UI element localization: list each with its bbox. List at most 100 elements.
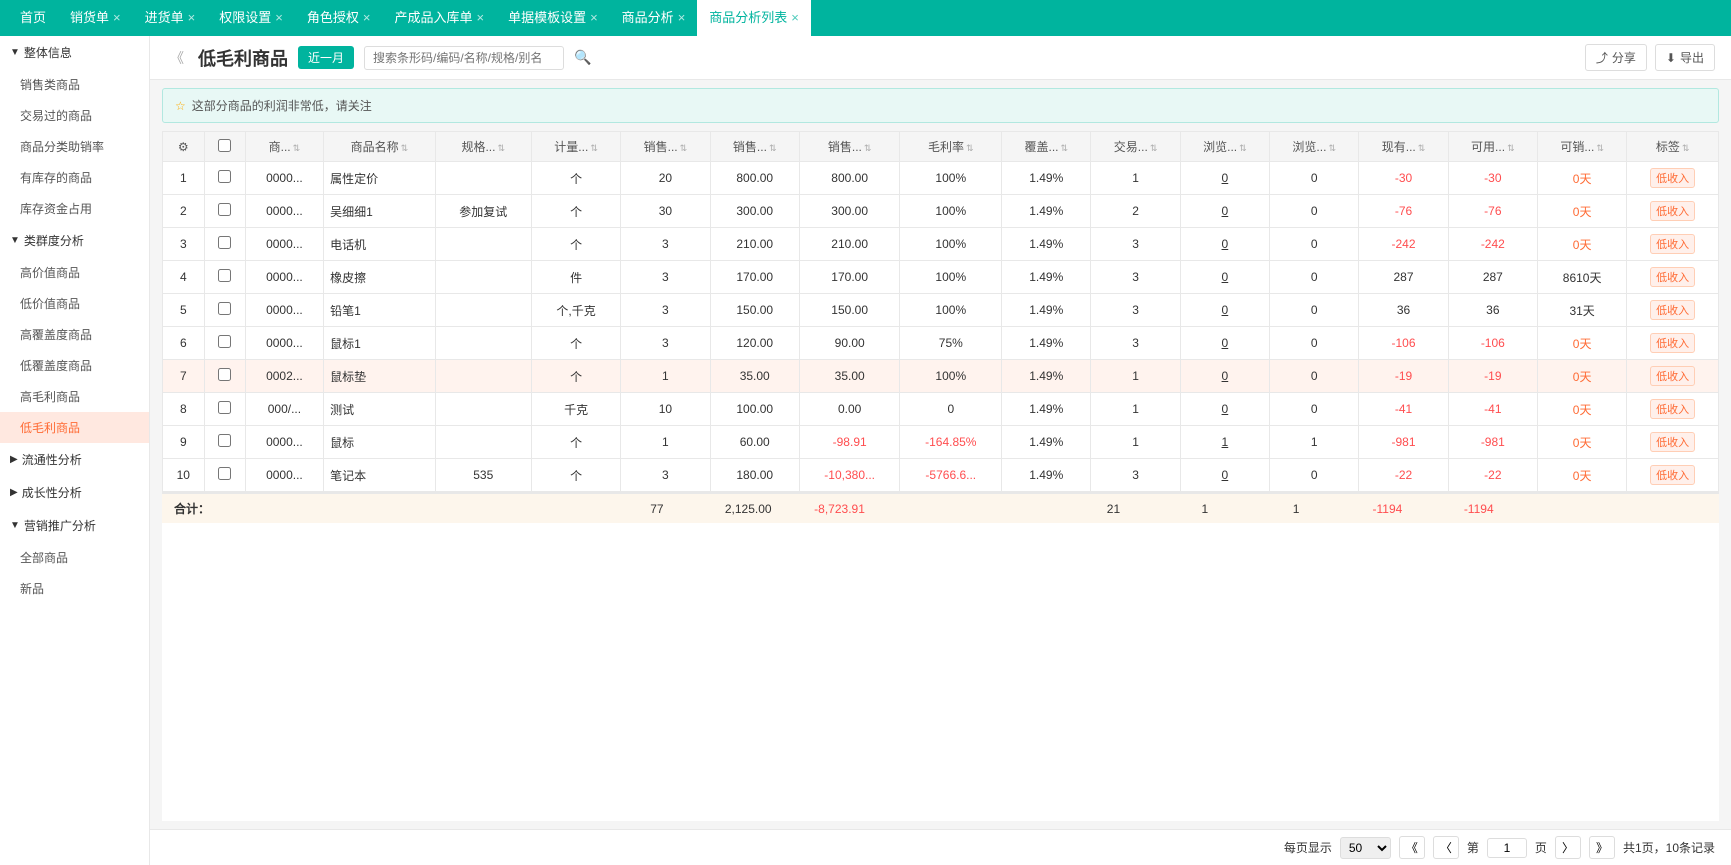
nav-product-analysis-list[interactable]: 商品分析列表× [697, 0, 811, 36]
col-trade[interactable]: 交易...⇅ [1091, 132, 1180, 162]
nav-role-auth[interactable]: 角色授权× [295, 0, 383, 36]
nav-permission-settings[interactable]: 权限设置× [207, 0, 295, 36]
col-settings[interactable]: ⚙ [163, 132, 205, 162]
col-unit[interactable]: 计量...⇅ [531, 132, 620, 162]
sidebar-section-cluster[interactable]: ▼ 类群度分析 [0, 224, 149, 257]
row-browse1[interactable]: 0 [1180, 327, 1269, 360]
sidebar-item-in-stock[interactable]: 有库存的商品 [0, 162, 149, 193]
row-product-name[interactable]: 电话机 [324, 228, 435, 261]
prev-page-btn[interactable]: 〈 [1433, 836, 1459, 859]
table-row[interactable]: 4 0000... 橡皮擦 件 3 170.00 170.00 100% 1.4… [163, 261, 1719, 294]
row-checkbox[interactable] [204, 195, 245, 228]
row-product-name[interactable]: 鼠标 [324, 426, 435, 459]
table-row[interactable]: 10 0000... 笔记本 535 个 3 180.00 -10,380...… [163, 459, 1719, 492]
row-browse1[interactable]: 0 [1180, 261, 1269, 294]
row-browse1[interactable]: 0 [1180, 228, 1269, 261]
row-product-name[interactable]: 铅笔1 [324, 294, 435, 327]
row-select-checkbox[interactable] [218, 269, 231, 282]
row-product-name[interactable]: 笔记本 [324, 459, 435, 492]
row-product-name[interactable]: 测试 [324, 393, 435, 426]
nav-sales-order[interactable]: 销货单× [58, 0, 133, 36]
row-product-name[interactable]: 鼠标1 [324, 327, 435, 360]
close-permission[interactable]: × [275, 10, 283, 25]
sidebar-item-low-coverage[interactable]: 低覆盖度商品 [0, 350, 149, 381]
close-product-analysis-list[interactable]: × [791, 10, 799, 25]
col-sellable[interactable]: 可销...⇅ [1537, 132, 1626, 162]
row-product-name[interactable]: 属性定价 [324, 162, 435, 195]
sidebar-item-high-value[interactable]: 高价值商品 [0, 257, 149, 288]
nav-purchase-order[interactable]: 进货单× [133, 0, 208, 36]
row-select-checkbox[interactable] [218, 302, 231, 315]
close-product-analysis[interactable]: × [678, 10, 686, 25]
filter-recent-month-btn[interactable]: 近一月 [298, 46, 354, 69]
sidebar-item-stock-fund[interactable]: 库存资金占用 [0, 193, 149, 224]
col-sales-qty[interactable]: 销售...⇅ [621, 132, 710, 162]
row-browse1[interactable]: 1 [1180, 426, 1269, 459]
sidebar-section-growth[interactable]: ▶ 成长性分析 [0, 476, 149, 509]
sidebar-item-new-products[interactable]: 新品 [0, 573, 149, 604]
row-browse1[interactable]: 0 [1180, 294, 1269, 327]
sidebar-item-low-value[interactable]: 低价值商品 [0, 288, 149, 319]
row-checkbox[interactable] [204, 393, 245, 426]
row-checkbox[interactable] [204, 426, 245, 459]
row-checkbox[interactable] [204, 228, 245, 261]
row-checkbox[interactable] [204, 327, 245, 360]
sidebar-collapse-btn[interactable]: 《 [166, 48, 188, 68]
row-checkbox[interactable] [204, 459, 245, 492]
table-row[interactable]: 8 000/... 测试 千克 10 100.00 0.00 0 1.49% 1… [163, 393, 1719, 426]
sidebar-item-category-sales-rate[interactable]: 商品分类助销率 [0, 131, 149, 162]
col-tag[interactable]: 标签⇅ [1627, 132, 1719, 162]
row-browse1[interactable]: 0 [1180, 162, 1269, 195]
nav-product-entry[interactable]: 产成品入库单× [382, 0, 496, 36]
search-button[interactable]: 🔍 [574, 49, 591, 66]
last-page-btn[interactable]: 》 [1589, 836, 1615, 859]
sidebar-item-low-margin[interactable]: 低毛利商品 [0, 412, 149, 443]
row-select-checkbox[interactable] [218, 236, 231, 249]
close-template[interactable]: × [590, 10, 598, 25]
row-select-checkbox[interactable] [218, 203, 231, 216]
col-coverage[interactable]: 覆盖...⇅ [1002, 132, 1091, 162]
col-browse1[interactable]: 浏览...⇅ [1180, 132, 1269, 162]
row-browse1[interactable]: 0 [1180, 195, 1269, 228]
row-select-checkbox[interactable] [218, 335, 231, 348]
share-button[interactable]: ⤴ 分享 [1585, 44, 1647, 71]
row-checkbox[interactable] [204, 261, 245, 294]
table-row[interactable]: 9 0000... 鼠标 个 1 60.00 -98.91 -164.85% 1… [163, 426, 1719, 459]
row-browse1[interactable]: 0 [1180, 360, 1269, 393]
row-select-checkbox[interactable] [218, 434, 231, 447]
row-browse1[interactable]: 0 [1180, 393, 1269, 426]
close-sales-order[interactable]: × [113, 10, 121, 25]
close-role-auth[interactable]: × [363, 10, 371, 25]
row-product-name[interactable]: 橡皮擦 [324, 261, 435, 294]
nav-home[interactable]: 首页 [8, 0, 58, 36]
nav-product-analysis[interactable]: 商品分析× [610, 0, 698, 36]
col-spec[interactable]: 规格...⇅ [435, 132, 531, 162]
page-input[interactable] [1487, 838, 1527, 858]
sidebar-section-overall[interactable]: ▼ 整体信息 [0, 36, 149, 69]
row-product-name[interactable]: 吴细细1 [324, 195, 435, 228]
sidebar-item-all-products[interactable]: 全部商品 [0, 542, 149, 573]
row-checkbox[interactable] [204, 294, 245, 327]
table-row[interactable]: 5 0000... 铅笔1 个,千克 3 150.00 150.00 100% … [163, 294, 1719, 327]
col-checkbox[interactable] [204, 132, 245, 162]
row-select-checkbox[interactable] [218, 170, 231, 183]
col-product-name[interactable]: 商品名称⇅ [324, 132, 435, 162]
row-select-checkbox[interactable] [218, 467, 231, 480]
search-input[interactable] [364, 46, 564, 70]
nav-template-settings[interactable]: 单据模板设置× [496, 0, 610, 36]
col-product-code[interactable]: 商...⇅ [245, 132, 323, 162]
table-row[interactable]: 6 0000... 鼠标1 个 3 120.00 90.00 75% 1.49%… [163, 327, 1719, 360]
select-all-checkbox[interactable] [218, 139, 231, 152]
sidebar-item-traded-products[interactable]: 交易过的商品 [0, 100, 149, 131]
page-size-select[interactable]: 50 20 100 [1340, 837, 1391, 859]
next-page-btn[interactable]: 〉 [1555, 836, 1581, 859]
sidebar-item-high-margin[interactable]: 高毛利商品 [0, 381, 149, 412]
row-checkbox[interactable] [204, 162, 245, 195]
sidebar-item-high-coverage[interactable]: 高覆盖度商品 [0, 319, 149, 350]
row-checkbox[interactable] [204, 360, 245, 393]
row-select-checkbox[interactable] [218, 401, 231, 414]
row-browse1[interactable]: 0 [1180, 459, 1269, 492]
col-browse2[interactable]: 浏览...⇅ [1270, 132, 1359, 162]
close-product-entry[interactable]: × [476, 10, 484, 25]
col-sales-profit[interactable]: 销售...⇅ [799, 132, 900, 162]
